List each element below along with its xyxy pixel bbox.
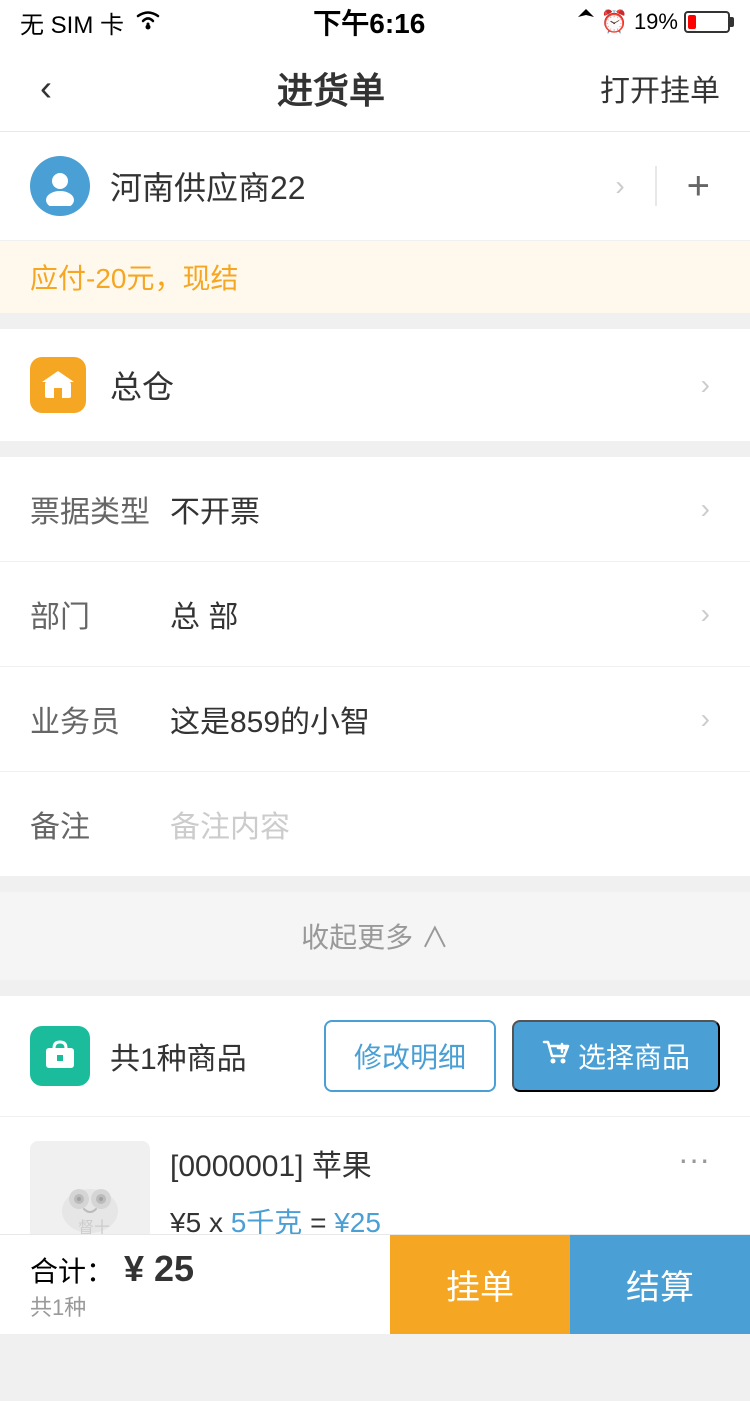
- department-row[interactable]: 部门 总 部 ›: [0, 562, 750, 667]
- salesman-chevron-icon: ›: [701, 703, 710, 735]
- edit-detail-button[interactable]: 修改明细: [324, 1020, 496, 1092]
- supplier-row[interactable]: 河南供应商22 › +: [0, 132, 750, 241]
- status-left: 无 SIM 卡: [20, 5, 162, 40]
- invoice-chevron-icon: ›: [701, 493, 710, 525]
- invoice-label: 票据类型: [30, 487, 150, 531]
- nav-bar: ‹ 进货单 打开挂单: [0, 44, 750, 132]
- wifi-icon: [134, 8, 162, 37]
- supplier-divider: [655, 166, 657, 206]
- invoice-value: 不开票: [150, 487, 701, 531]
- battery-icon: [684, 11, 730, 33]
- product-icon: [30, 1026, 90, 1086]
- alarm-icon: ⏰: [601, 9, 628, 35]
- total-label: 合计：: [30, 1250, 114, 1290]
- cart-icon: [542, 1040, 570, 1073]
- department-value: 总 部: [150, 592, 701, 636]
- status-right: ⏰ 19%: [577, 8, 730, 36]
- remark-input[interactable]: 备注内容: [150, 802, 720, 846]
- salesman-value: 这是859的小智: [150, 697, 701, 741]
- carrier-text: 无 SIM 卡: [20, 5, 124, 40]
- product-info: [0000001] 苹果 ¥5 x 5千克 = ¥25: [170, 1141, 648, 1241]
- location-icon: [577, 8, 595, 36]
- supplier-name: 河南供应商22: [110, 163, 615, 209]
- remark-label: 备注: [30, 802, 150, 846]
- total-sub: 共1种: [30, 1290, 360, 1322]
- bottom-bar: 合计： ¥ 25 共1种 挂单 结算: [0, 1234, 750, 1334]
- content: 河南供应商22 › + 应付-20元，现结 总仓 › 票据类型 不开票 ›: [0, 132, 750, 1401]
- warehouse-row[interactable]: 总仓 ›: [0, 329, 750, 441]
- product-name: [0000001] 苹果: [170, 1141, 648, 1185]
- department-label: 部门: [30, 592, 150, 636]
- remark-row[interactable]: 备注 备注内容: [0, 772, 750, 876]
- department-chevron-icon: ›: [701, 598, 710, 630]
- supplier-chevron-icon: ›: [615, 170, 624, 202]
- page-title: 进货单: [277, 62, 385, 114]
- invoice-row[interactable]: 票据类型 不开票 ›: [0, 457, 750, 562]
- warehouse-section[interactable]: 总仓 ›: [0, 329, 750, 441]
- checkout-button[interactable]: 结算: [570, 1235, 750, 1334]
- salesman-label: 业务员: [30, 697, 150, 741]
- battery-percent: 19%: [634, 9, 678, 35]
- form-section: 票据类型 不开票 › 部门 总 部 › 业务员 这是859的小智 › 备注 备注…: [0, 457, 750, 876]
- product-menu-button[interactable]: ···: [668, 1141, 720, 1178]
- status-time: 下午6:16: [313, 2, 425, 42]
- supplier-notice: 应付-20元，现结: [0, 241, 750, 313]
- total-section: 合计： ¥ 25 共1种: [0, 1235, 390, 1334]
- warehouse-chevron-icon: ›: [701, 369, 710, 401]
- back-button[interactable]: ‹: [30, 57, 62, 119]
- add-supplier-button[interactable]: +: [677, 164, 720, 209]
- product-header: 共1种商品 修改明细 选择商品: [0, 996, 750, 1117]
- product-title-name: 苹果: [312, 1150, 372, 1183]
- supplier-avatar: [30, 156, 90, 216]
- select-product-button[interactable]: 选择商品: [512, 1020, 720, 1092]
- warehouse-icon: [30, 357, 86, 413]
- warehouse-name: 总仓: [110, 362, 701, 408]
- collapse-button[interactable]: 收起更多 ∧: [0, 892, 750, 980]
- select-product-label: 选择商品: [578, 1036, 690, 1076]
- open-hold-button[interactable]: 打开挂单: [600, 66, 720, 110]
- supplier-section: 河南供应商22 › + 应付-20元，现结: [0, 132, 750, 313]
- salesman-row[interactable]: 业务员 这是859的小智 ›: [0, 667, 750, 772]
- product-count: 共1种商品: [110, 1034, 324, 1078]
- total-amount: ¥ 25: [124, 1248, 194, 1290]
- hold-button[interactable]: 挂单: [390, 1235, 570, 1334]
- status-bar: 无 SIM 卡 下午6:16 ⏰ 19%: [0, 0, 750, 44]
- product-id: [0000001]: [170, 1150, 303, 1183]
